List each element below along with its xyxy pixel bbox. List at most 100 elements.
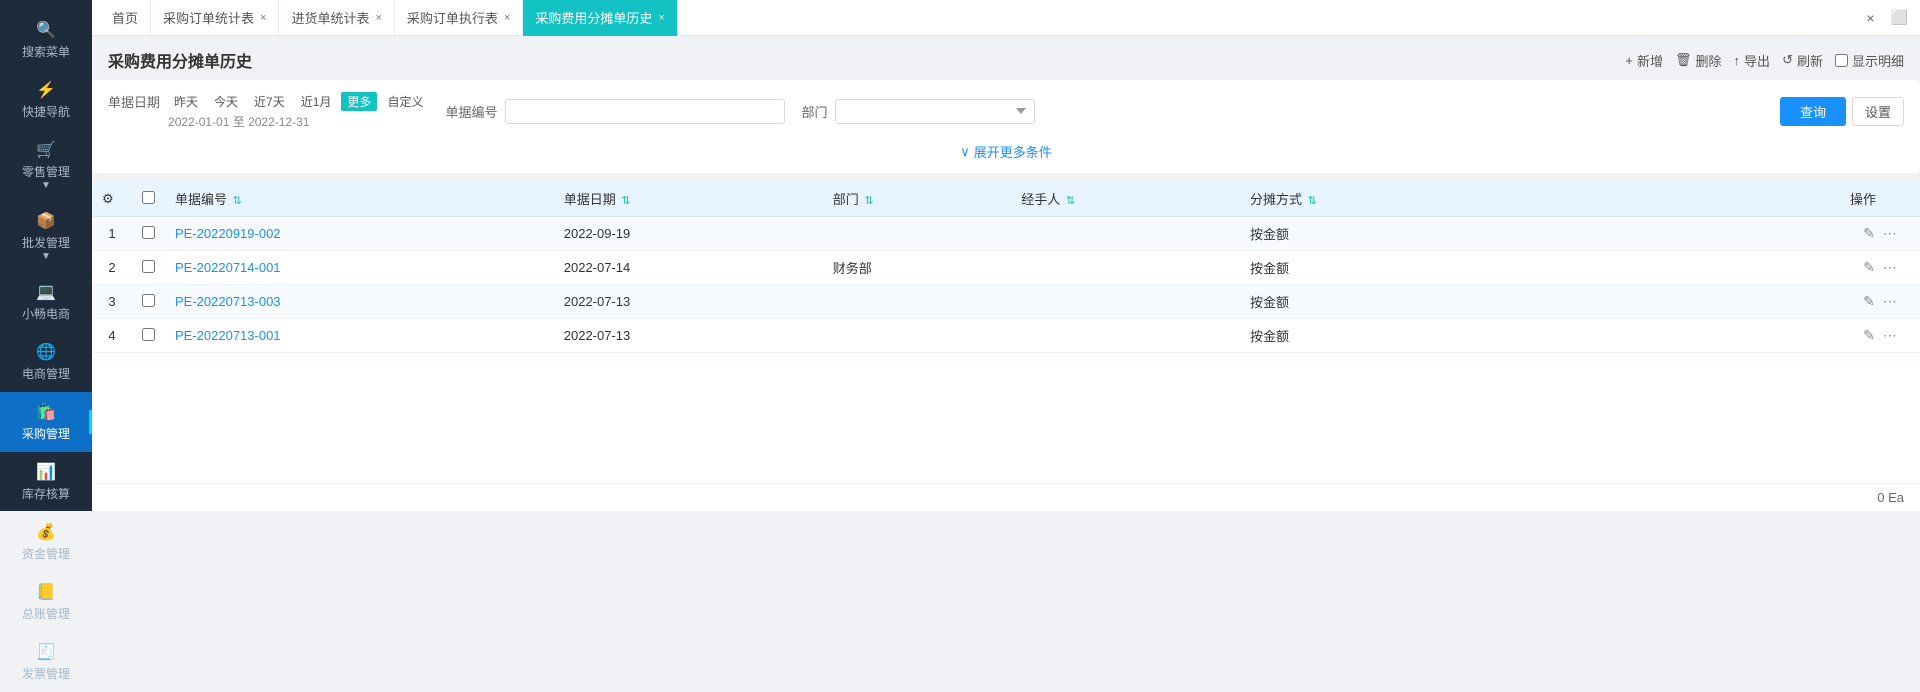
sidebar-item-ecom[interactable]: 🌐 电商管理 [0, 332, 92, 392]
filter-buttons: 查询 设置 [1780, 97, 1904, 126]
doc-no-input[interactable] [505, 99, 785, 124]
tab-inbound-stats-label: 进货单统计表 [291, 8, 369, 27]
pagination-info: 0 Ea [1877, 490, 1904, 505]
filter-settings-button[interactable]: 设置 [1852, 97, 1904, 126]
refresh-label: 刷新 [1797, 51, 1823, 70]
quicknav-icon: ⚡ [36, 80, 56, 100]
date-7days-btn[interactable]: 近7天 [248, 92, 291, 111]
ecom-icon: 🌐 [36, 342, 56, 362]
row-checkbox-4[interactable] [142, 328, 155, 341]
row-ops-container-4: ✎ ⋯ [1850, 327, 1910, 344]
row-cb-2[interactable] [132, 251, 165, 285]
sidebar-item-search[interactable]: 🔍 搜索菜单 [0, 10, 92, 70]
edit-icon-4[interactable]: ✎ [1863, 327, 1875, 344]
sidebar-item-retail[interactable]: 🛒 零售管理 ▼ [0, 130, 92, 201]
row-docno-2[interactable]: PE-20220714-001 [165, 251, 554, 285]
col-ops-header: 操作 [1840, 181, 1920, 217]
retail-icon: 🛒 [36, 140, 56, 160]
date-custom-btn[interactable]: 自定义 [381, 92, 429, 111]
row-dept-3 [823, 285, 1011, 319]
filter-row-1: 单据日期 昨天 今天 近7天 近1月 更多 自定义 2022-01-01 至 2… [108, 92, 1904, 130]
row-checkbox-3[interactable] [142, 294, 155, 307]
expand-more-btn[interactable]: ∨ 展开更多条件 [960, 142, 1052, 161]
row-cb-1[interactable] [132, 217, 165, 251]
row-docno-1[interactable]: PE-20220919-002 [165, 217, 554, 251]
sidebar-item-label: 电商管理 [22, 365, 70, 382]
tab-purchase-order-stats-close[interactable]: × [260, 12, 266, 24]
date-1month-btn[interactable]: 近1月 [295, 92, 338, 111]
row-docno-4[interactable]: PE-20220713-001 [165, 319, 554, 353]
sort-splitmethod-icon: ⇅ [1308, 195, 1317, 207]
row-docno-link-4[interactable]: PE-20220713-001 [175, 328, 281, 343]
sidebar-item-invoice[interactable]: 🧾 发票管理 [0, 632, 92, 692]
col-splitmethod-label: 分摊方式 [1250, 192, 1302, 207]
sidebar-item-purchase[interactable]: 🛍️ 采购管理 [0, 392, 92, 452]
sidebar-item-mini-ecom[interactable]: 💻 小畅电商 [0, 272, 92, 332]
wholesale-icon: 📦 [36, 211, 56, 231]
edit-icon-2[interactable]: ✎ [1863, 259, 1875, 276]
close-window-button[interactable]: × [1862, 8, 1878, 28]
table-row: 1 PE-20220919-002 2022-09-19 按金额 ✎ ⋯ [92, 217, 1920, 251]
tab-purchase-order-exec-close[interactable]: × [504, 12, 510, 24]
sidebar-item-wholesale[interactable]: 📦 批发管理 ▼ [0, 201, 92, 272]
table-row: 3 PE-20220713-003 2022-07-13 按金额 ✎ ⋯ [92, 285, 1920, 319]
row-ops-container-3: ✎ ⋯ [1850, 293, 1910, 310]
date-more-btn[interactable]: 更多 [341, 92, 377, 111]
col-dept-header[interactable]: 部门 ⇅ [823, 181, 1011, 217]
edit-icon-1[interactable]: ✎ [1863, 225, 1875, 242]
more-icon-2[interactable]: ⋯ [1883, 259, 1897, 276]
more-icon-3[interactable]: ⋯ [1883, 293, 1897, 310]
row-checkbox-1[interactable] [142, 226, 155, 239]
tab-home[interactable]: 首页 [100, 0, 151, 36]
row-docno-link-1[interactable]: PE-20220919-002 [175, 226, 281, 241]
tab-purchase-cost-split-close[interactable]: × [658, 12, 664, 24]
col-splitmethod-header[interactable]: 分摊方式 ⇅ [1240, 181, 1840, 217]
row-docno-3[interactable]: PE-20220713-003 [165, 285, 554, 319]
row-handler-2 [1011, 251, 1240, 285]
tab-purchase-cost-split[interactable]: 采购费用分摊单历史 × [523, 0, 677, 36]
tab-purchase-order-stats[interactable]: 采购订单统计表 × [151, 0, 279, 36]
row-handler-1 [1011, 217, 1240, 251]
date-yesterday-btn[interactable]: 昨天 [168, 92, 204, 111]
row-checkbox-2[interactable] [142, 260, 155, 273]
tab-inbound-stats[interactable]: 进货单统计表 × [279, 0, 394, 36]
more-icon-4[interactable]: ⋯ [1883, 327, 1897, 344]
table-header: ⚙ 单据编号 ⇅ 单据日期 ⇅ 部门 [92, 181, 1920, 217]
col-handler-header[interactable]: 经手人 ⇅ [1011, 181, 1240, 217]
add-button[interactable]: + 新增 [1625, 51, 1663, 70]
date-today-btn[interactable]: 今天 [208, 92, 244, 111]
row-cb-4[interactable] [132, 319, 165, 353]
col-docdate-header[interactable]: 单据日期 ⇅ [554, 181, 823, 217]
tab-inbound-stats-close[interactable]: × [375, 12, 381, 24]
col-setting-header[interactable]: ⚙ [92, 181, 132, 217]
export-button[interactable]: ↑ 导出 [1734, 51, 1771, 70]
row-docno-link-3[interactable]: PE-20220713-003 [175, 294, 281, 309]
sidebar-item-accounting[interactable]: 📒 总账管理 [0, 572, 92, 632]
row-cb-3[interactable] [132, 285, 165, 319]
tab-purchase-order-exec[interactable]: 采购订单执行表 × [395, 0, 523, 36]
refresh-button[interactable]: ↺ 刷新 [1782, 51, 1823, 70]
more-icon-1[interactable]: ⋯ [1883, 225, 1897, 242]
query-button[interactable]: 查询 [1780, 97, 1846, 126]
select-all-checkbox[interactable] [142, 191, 155, 204]
page-header: 采购费用分摊单历史 + 新增 🗑 删除 ↑ 导出 ↺ 刷新 [92, 36, 1920, 80]
dept-select[interactable]: 财务部 [835, 99, 1035, 124]
row-docno-link-2[interactable]: PE-20220714-001 [175, 260, 281, 275]
tab-purchase-order-stats-label: 采购订单统计表 [163, 8, 254, 27]
tab-purchase-order-exec-label: 采购订单执行表 [407, 8, 498, 27]
maximize-window-button[interactable]: ⬜ [1887, 7, 1912, 28]
sort-dept-icon: ⇅ [864, 195, 873, 207]
sort-handler-icon: ⇅ [1066, 195, 1075, 207]
sidebar-item-inventory[interactable]: 📊 库存核算 [0, 452, 92, 512]
sidebar-item-finance[interactable]: 💰 资金管理 [0, 512, 92, 572]
col-docno-header[interactable]: 单据编号 ⇅ [165, 181, 554, 217]
sidebar-item-label: 资金管理 [22, 545, 70, 562]
sidebar-item-quicknav[interactable]: ⚡ 快捷导航 [0, 70, 92, 130]
show-cols-checkbox[interactable] [1835, 54, 1848, 67]
show-cols-toggle[interactable]: 显示明细 [1835, 51, 1904, 70]
edit-icon-3[interactable]: ✎ [1863, 293, 1875, 310]
delete-button[interactable]: 🗑 删除 [1675, 51, 1722, 70]
sidebar-item-label: 库存核算 [22, 485, 70, 502]
row-ops-container-1: ✎ ⋯ [1850, 225, 1910, 242]
page-title: 采购费用分摊单历史 [108, 48, 252, 72]
